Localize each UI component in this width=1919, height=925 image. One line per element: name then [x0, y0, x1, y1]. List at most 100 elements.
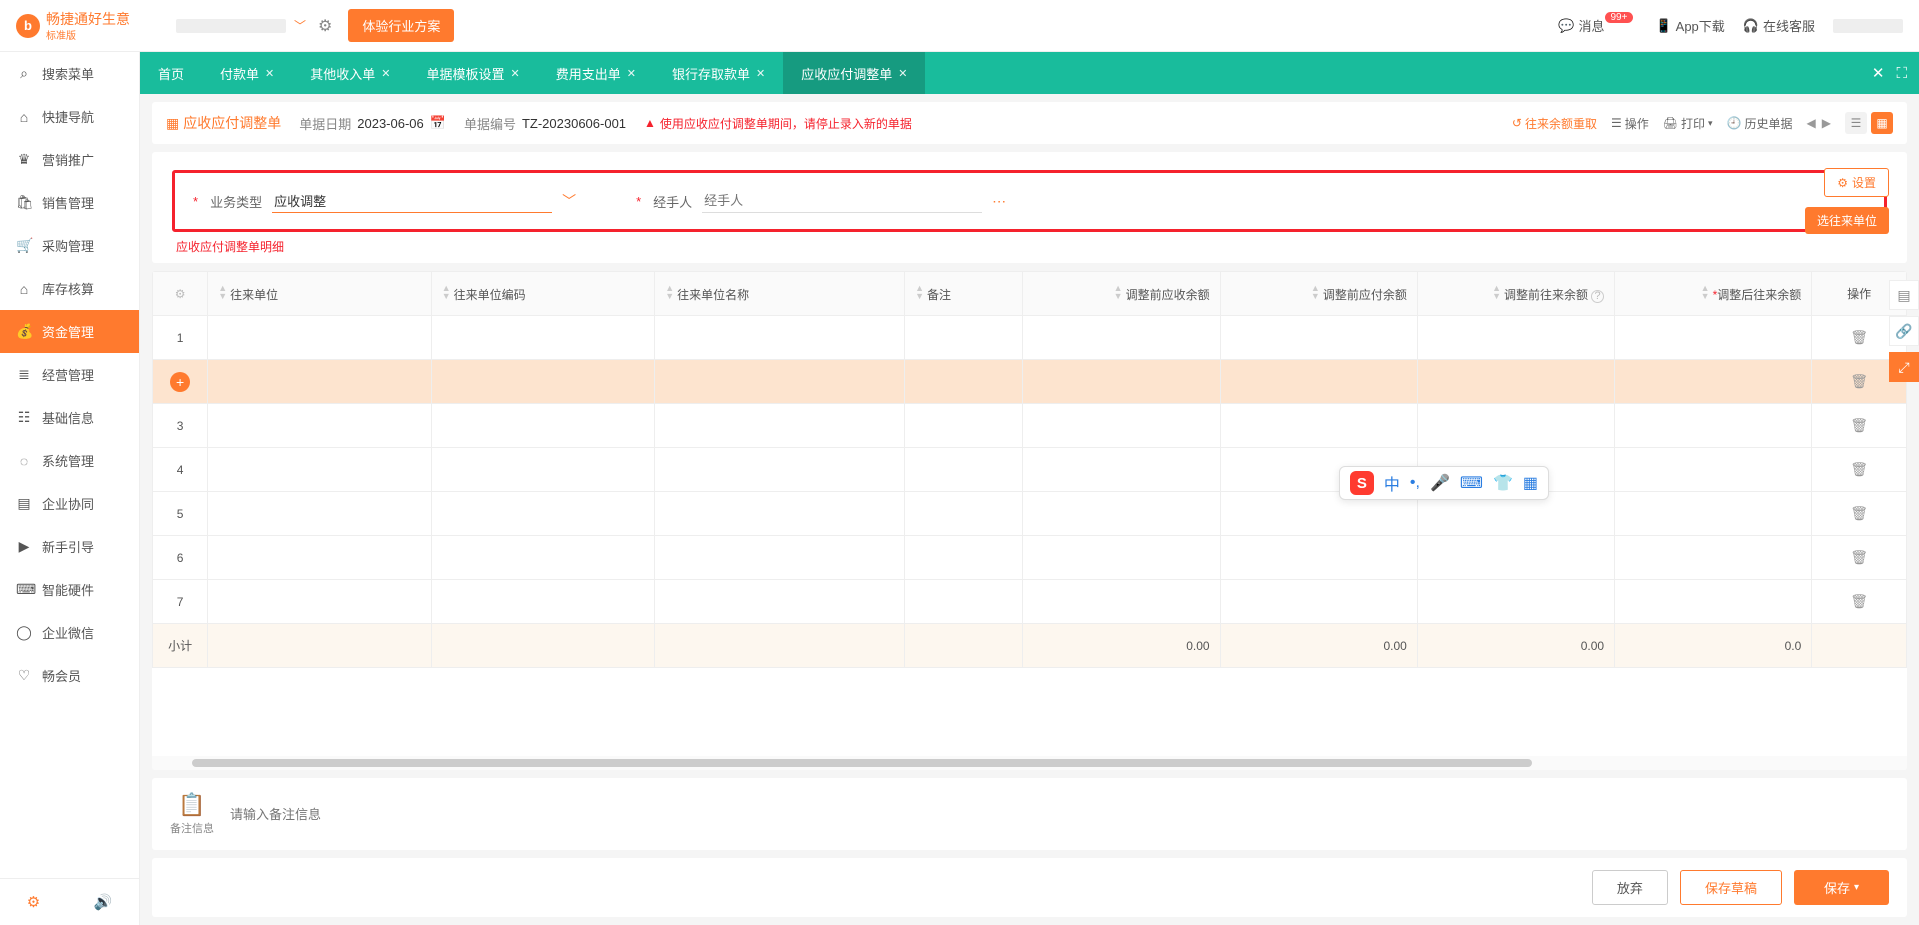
add-row-icon[interactable]: +: [170, 372, 190, 392]
tenant-selector[interactable]: ﹀: [176, 17, 306, 34]
table-row[interactable]: 4🗑: [153, 448, 1907, 492]
delete-row-icon[interactable]: 🗑: [1850, 373, 1868, 389]
remark-input[interactable]: [230, 807, 1889, 822]
sidebar-sound-icon[interactable]: 🔊: [94, 893, 113, 911]
trial-industry-button[interactable]: 体验行业方案: [348, 9, 454, 42]
ime-punct-icon[interactable]: •,: [1410, 474, 1420, 492]
ime-lang[interactable]: 中: [1384, 471, 1400, 495]
reget-balance-button[interactable]: ↺往来余额重取: [1512, 115, 1597, 132]
table-row[interactable]: 1🗑: [153, 316, 1907, 360]
calendar-icon[interactable]: 📅: [430, 115, 446, 131]
operate-button[interactable]: ☰操作: [1611, 115, 1649, 132]
sidebar-item-8[interactable]: ☷基础信息: [0, 396, 139, 439]
sidebar-item-12[interactable]: ⌨智能硬件: [0, 568, 139, 611]
sidebar-item-13[interactable]: ◯企业微信: [0, 611, 139, 654]
delete-row-icon[interactable]: 🗑: [1850, 549, 1868, 565]
biz-type-select[interactable]: [272, 189, 552, 213]
tab-close-icon[interactable]: ✕: [756, 67, 765, 80]
abandon-button[interactable]: 放弃: [1592, 870, 1668, 905]
tab-2[interactable]: 其他收入单✕: [292, 52, 408, 94]
online-service-button[interactable]: 🎧 在线客服: [1743, 16, 1815, 35]
delete-row-icon[interactable]: 🗑: [1850, 461, 1868, 477]
table-row[interactable]: +🗑: [153, 360, 1907, 404]
tab-1[interactable]: 付款单✕: [202, 52, 292, 94]
table-row[interactable]: 3🗑: [153, 404, 1907, 448]
tab-6[interactable]: 应收应付调整单✕: [783, 52, 925, 94]
next-doc-icon[interactable]: ▶: [1822, 116, 1831, 130]
sidebar-item-label: 资金管理: [42, 322, 94, 341]
sidebar-item-10[interactable]: ▤企业协同: [0, 482, 139, 525]
tab-fullscreen-icon[interactable]: ⛶: [1896, 65, 1907, 82]
rail-link-icon[interactable]: 🔗: [1889, 316, 1919, 346]
sidebar-item-3[interactable]: 🛍销售管理: [0, 181, 139, 224]
tab-0[interactable]: 首页: [140, 52, 202, 94]
tab-3[interactable]: 单据模板设置✕: [408, 52, 537, 94]
ime-keyboard-icon[interactable]: ⌨: [1460, 473, 1483, 493]
sidebar-item-11[interactable]: ▶新手引导: [0, 525, 139, 568]
app-download-button[interactable]: 📱 App下载: [1655, 16, 1724, 35]
sidebar-item-6[interactable]: 💰资金管理: [0, 310, 139, 353]
ime-toolbox-icon[interactable]: ▦: [1523, 473, 1538, 493]
horizontal-scrollbar[interactable]: [152, 756, 1907, 770]
table-row[interactable]: 5🗑: [153, 492, 1907, 536]
tab-close-icon[interactable]: ✕: [265, 67, 274, 80]
col-pre-recv[interactable]: ▲▼调整前应收余额: [1023, 272, 1220, 316]
col-unit-name[interactable]: ▲▼往来单位名称: [655, 272, 905, 316]
tab-4[interactable]: 费用支出单✕: [538, 52, 654, 94]
print-button[interactable]: 🖨打印▾: [1663, 115, 1713, 132]
sidebar-item-5[interactable]: ⌂库存核算: [0, 267, 139, 310]
headset-icon: 🎧: [1743, 18, 1759, 34]
tab-close-all-icon[interactable]: ✕: [1872, 64, 1885, 82]
view-card-icon[interactable]: ▦: [1871, 112, 1893, 134]
chevron-down-icon[interactable]: ﹀: [562, 191, 576, 211]
messages-button[interactable]: 💬 消息 99+: [1558, 16, 1637, 35]
settings-icon[interactable]: ⚙: [318, 16, 332, 36]
col-pre-pay[interactable]: ▲▼调整前应付余额: [1220, 272, 1417, 316]
col-unit-code[interactable]: ▲▼往来单位编码: [431, 272, 655, 316]
sidebar-item-4[interactable]: 🛒采购管理: [0, 224, 139, 267]
sidebar-item-7[interactable]: ≣经营管理: [0, 353, 139, 396]
col-post-bal[interactable]: ▲▼*调整后往来余额: [1615, 272, 1812, 316]
save-draft-button[interactable]: 保存草稿: [1680, 870, 1782, 905]
view-list-icon[interactable]: ☰: [1845, 112, 1867, 134]
save-button[interactable]: 保存▾: [1794, 870, 1889, 905]
subtotal-value: 0.00: [1417, 624, 1614, 668]
col-settings[interactable]: ⚙: [153, 272, 208, 316]
sidebar-item-9[interactable]: ◌系统管理: [0, 439, 139, 482]
rail-note-icon[interactable]: ▤: [1889, 280, 1919, 310]
user-menu[interactable]: [1833, 19, 1903, 33]
settings-button[interactable]: ⚙设置: [1824, 168, 1889, 197]
col-remark[interactable]: ▲▼备注: [905, 272, 1023, 316]
help-icon[interactable]: ?: [1591, 290, 1604, 303]
tab-close-icon[interactable]: ✕: [627, 67, 636, 80]
tab-close-icon[interactable]: ✕: [898, 67, 907, 80]
more-icon[interactable]: ⋯: [992, 193, 1006, 210]
delete-row-icon[interactable]: 🗑: [1850, 417, 1868, 433]
history-button[interactable]: 🕘历史单据: [1727, 115, 1793, 132]
col-pre-bal[interactable]: ▲▼调整前往来余额?: [1417, 272, 1614, 316]
sidebar-item-0[interactable]: ⌕搜索菜单: [0, 52, 139, 95]
sidebar-item-2[interactable]: ♛营销推广: [0, 138, 139, 181]
col-unit[interactable]: ▲▼往来单位: [208, 272, 432, 316]
sidebar-item-1[interactable]: ⌂快捷导航: [0, 95, 139, 138]
table-row[interactable]: 7🗑: [153, 580, 1907, 624]
select-unit-button[interactable]: 选往来单位: [1805, 207, 1889, 234]
tab-close-icon[interactable]: ✕: [381, 67, 390, 80]
delete-row-icon[interactable]: 🗑: [1850, 329, 1868, 345]
handler-input[interactable]: [702, 189, 982, 213]
doc-date-value[interactable]: 2023-06-06: [357, 116, 424, 131]
ime-mic-icon[interactable]: 🎤: [1430, 473, 1450, 493]
sidebar-item-14[interactable]: ♡畅会员: [0, 654, 139, 697]
delete-row-icon[interactable]: 🗑: [1850, 593, 1868, 609]
prev-doc-icon[interactable]: ◀: [1807, 116, 1816, 130]
ime-skin-icon[interactable]: 👕: [1493, 473, 1513, 493]
ime-toolbar[interactable]: S 中 •, 🎤 ⌨ 👕 ▦: [1339, 466, 1549, 500]
delete-row-icon[interactable]: 🗑: [1850, 505, 1868, 521]
tab-close-icon[interactable]: ✕: [511, 67, 520, 80]
remark-card: 📋 备注信息: [152, 778, 1907, 850]
tab-5[interactable]: 银行存取款单✕: [654, 52, 783, 94]
detail-table-card: ⚙ ▲▼往来单位 ▲▼往来单位编码 ▲▼往来单位名称 ▲▼备注 ▲▼调整前应收余…: [152, 271, 1907, 770]
rail-expand-icon[interactable]: ⤢: [1889, 352, 1919, 382]
table-row[interactable]: 6🗑: [153, 536, 1907, 580]
sidebar-collapse-icon[interactable]: ⚙: [27, 893, 40, 911]
